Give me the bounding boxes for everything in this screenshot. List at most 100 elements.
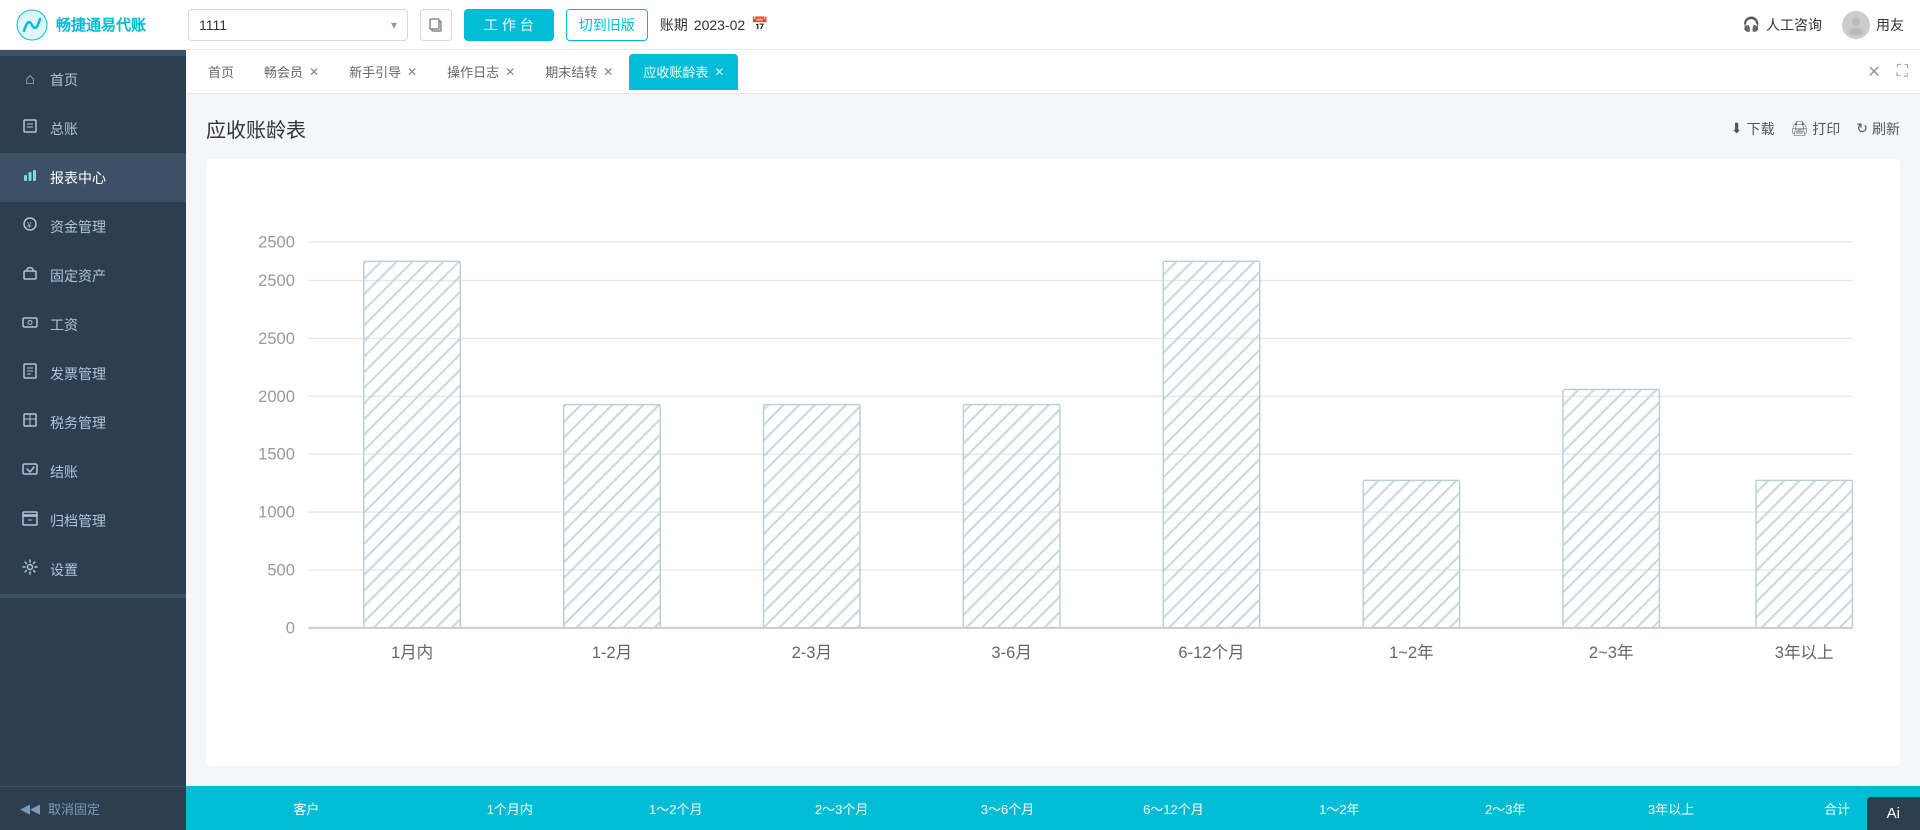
archive-icon <box>20 510 40 531</box>
pin-icon: ◀◀ <box>20 801 40 817</box>
headset-icon: 🎧 <box>1743 16 1760 33</box>
bar-3year-plus <box>1756 480 1852 627</box>
sidebar-item-archive[interactable]: 归档管理 <box>0 496 186 545</box>
maximize-tab-button[interactable]: ⛶ <box>1893 59 1912 85</box>
col-1month: 1个月内 <box>427 799 593 818</box>
refresh-button[interactable]: ↻ 刷新 <box>1856 119 1900 139</box>
avatar <box>1842 11 1870 39</box>
page-header: 应收账龄表 ⬇ 下载 🖨 打印 ↻ 刷新 <box>206 114 1900 143</box>
close-tab-button[interactable]: ✕ <box>1863 58 1884 86</box>
x-label-1month: 1月内 <box>391 643 433 662</box>
sidebar-item-label: 总账 <box>50 119 78 139</box>
consult-button[interactable]: 🎧 人工咨询 <box>1743 15 1822 35</box>
assets-icon <box>20 265 40 286</box>
tab-label: 首页 <box>208 62 234 81</box>
home-icon: ⌂ <box>20 71 40 89</box>
aging-chart: 0 500 1000 1500 2000 2500 <box>226 179 1880 746</box>
sidebar-item-label: 资金管理 <box>50 217 106 237</box>
sidebar-item-label: 归档管理 <box>50 511 106 531</box>
switch-version-button[interactable]: 切到旧版 <box>566 9 648 41</box>
settings-svg-icon <box>22 559 38 575</box>
bar-1month <box>364 261 460 628</box>
tabs-bar: 首页 畅会员 ✕ 新手引导 ✕ 操作日志 ✕ 期末结转 ✕ 应收账龄表 ✕ <box>186 50 1920 94</box>
tab-member[interactable]: 畅会员 ✕ <box>250 54 333 90</box>
svg-text:¥: ¥ <box>26 221 32 230</box>
x-label-3-6month: 3-6月 <box>991 643 1031 662</box>
company-selector[interactable]: 1111 ▾ <box>188 9 408 41</box>
main-layout: ⌂ 首页 总账 报表中心 <box>0 50 1920 830</box>
salary-icon <box>20 314 40 335</box>
x-label-1-2year: 1~2年 <box>1389 643 1434 662</box>
sidebar-item-label: 报表中心 <box>50 168 106 188</box>
workbench-button[interactable]: 工 作 台 <box>464 9 554 41</box>
sidebar-item-label: 税务管理 <box>50 413 106 433</box>
invoice-svg-icon <box>22 363 38 379</box>
svg-text:2500: 2500 <box>258 271 295 290</box>
content-area: 首页 畅会员 ✕ 新手引导 ✕ 操作日志 ✕ 期末结转 ✕ 应收账龄表 ✕ <box>186 50 1920 830</box>
user-avatar-icon <box>1846 15 1866 35</box>
print-icon: 🖨 <box>1790 120 1808 137</box>
sidebar-item-home[interactable]: ⌂ 首页 <box>0 56 186 104</box>
reports-svg-icon <box>22 167 38 183</box>
sidebar-scroll-bottom <box>0 594 186 598</box>
sidebar-item-reports[interactable]: 报表中心 <box>0 153 186 202</box>
sidebar-item-ledger[interactable]: 总账 <box>0 104 186 153</box>
svg-text:2000: 2000 <box>258 387 295 406</box>
print-button[interactable]: 🖨 打印 <box>1790 119 1840 139</box>
col-3-6month: 3～6个月 <box>925 799 1091 818</box>
copy-icon <box>428 17 444 33</box>
pin-label: 取消固定 <box>48 799 100 818</box>
svg-text:500: 500 <box>267 561 295 580</box>
calendar-icon[interactable]: 📅 <box>751 16 768 33</box>
bar-3-6month <box>963 405 1059 628</box>
x-label-1-2month: 1-2月 <box>592 643 632 662</box>
tab-label: 应收账龄表 <box>643 62 708 81</box>
tab-close-icon[interactable]: ✕ <box>505 65 515 79</box>
ai-badge[interactable]: Ai <box>1867 797 1920 830</box>
tab-label: 新手引导 <box>349 62 401 81</box>
finance-icon: ¥ <box>20 216 40 237</box>
sidebar-item-tax[interactable]: 税务管理 <box>0 398 186 447</box>
closing-icon <box>20 461 40 482</box>
svg-text:1000: 1000 <box>258 503 295 522</box>
x-label-6-12month: 6-12个月 <box>1178 643 1244 662</box>
sidebar-item-assets[interactable]: 固定资产 <box>0 251 186 300</box>
sidebar-item-label: 首页 <box>50 70 78 90</box>
sidebar-item-settings[interactable]: 设置 <box>0 545 186 594</box>
tab-label: 操作日志 <box>447 62 499 81</box>
tab-close-icon[interactable]: ✕ <box>309 65 319 79</box>
archive-svg-icon <box>22 510 38 526</box>
col-2-3year: 2～3年 <box>1422 799 1588 818</box>
download-button[interactable]: ⬇ 下载 <box>1731 119 1775 139</box>
tab-home[interactable]: 首页 <box>194 54 248 90</box>
tab-aging[interactable]: 应收账龄表 ✕ <box>629 54 738 90</box>
tab-log[interactable]: 操作日志 ✕ <box>433 54 529 90</box>
tab-guide[interactable]: 新手引导 ✕ <box>335 54 431 90</box>
bar-6-12month <box>1163 261 1259 628</box>
sidebar-item-salary[interactable]: 工资 <box>0 300 186 349</box>
tab-label: 畅会员 <box>264 62 303 81</box>
sidebar-item-invoice[interactable]: 发票管理 <box>0 349 186 398</box>
copy-button[interactable] <box>420 9 452 41</box>
col-2-3month: 2～3个月 <box>759 799 925 818</box>
user-menu[interactable]: 用友 <box>1842 11 1904 39</box>
tab-close-icon[interactable]: ✕ <box>407 65 417 79</box>
svg-text:2500: 2500 <box>258 329 295 348</box>
tab-close-icon[interactable]: ✕ <box>603 65 613 79</box>
sidebar-item-closing[interactable]: 结账 <box>0 447 186 496</box>
col-3year-plus: 3年以上 <box>1588 799 1754 818</box>
page-content: 应收账龄表 ⬇ 下载 🖨 打印 ↻ 刷新 <box>186 94 1920 786</box>
tab-closing[interactable]: 期末结转 ✕ <box>531 54 627 90</box>
username: 用友 <box>1876 15 1904 35</box>
sidebar-item-label: 固定资产 <box>50 266 106 286</box>
ledger-svg-icon <box>22 118 38 134</box>
sidebar-item-label: 工资 <box>50 315 78 335</box>
sidebar-item-finance[interactable]: ¥ 资金管理 <box>0 202 186 251</box>
ledger-icon <box>20 118 40 139</box>
sidebar-pin-toggle[interactable]: ◀◀ 取消固定 <box>0 786 186 830</box>
period-display: 账期 2023-02 📅 <box>660 15 769 35</box>
sidebar: ⌂ 首页 总账 报表中心 <box>0 50 186 830</box>
settings-icon <box>20 559 40 580</box>
sidebar-item-label: 发票管理 <box>50 364 106 384</box>
tab-close-icon[interactable]: ✕ <box>714 65 724 79</box>
